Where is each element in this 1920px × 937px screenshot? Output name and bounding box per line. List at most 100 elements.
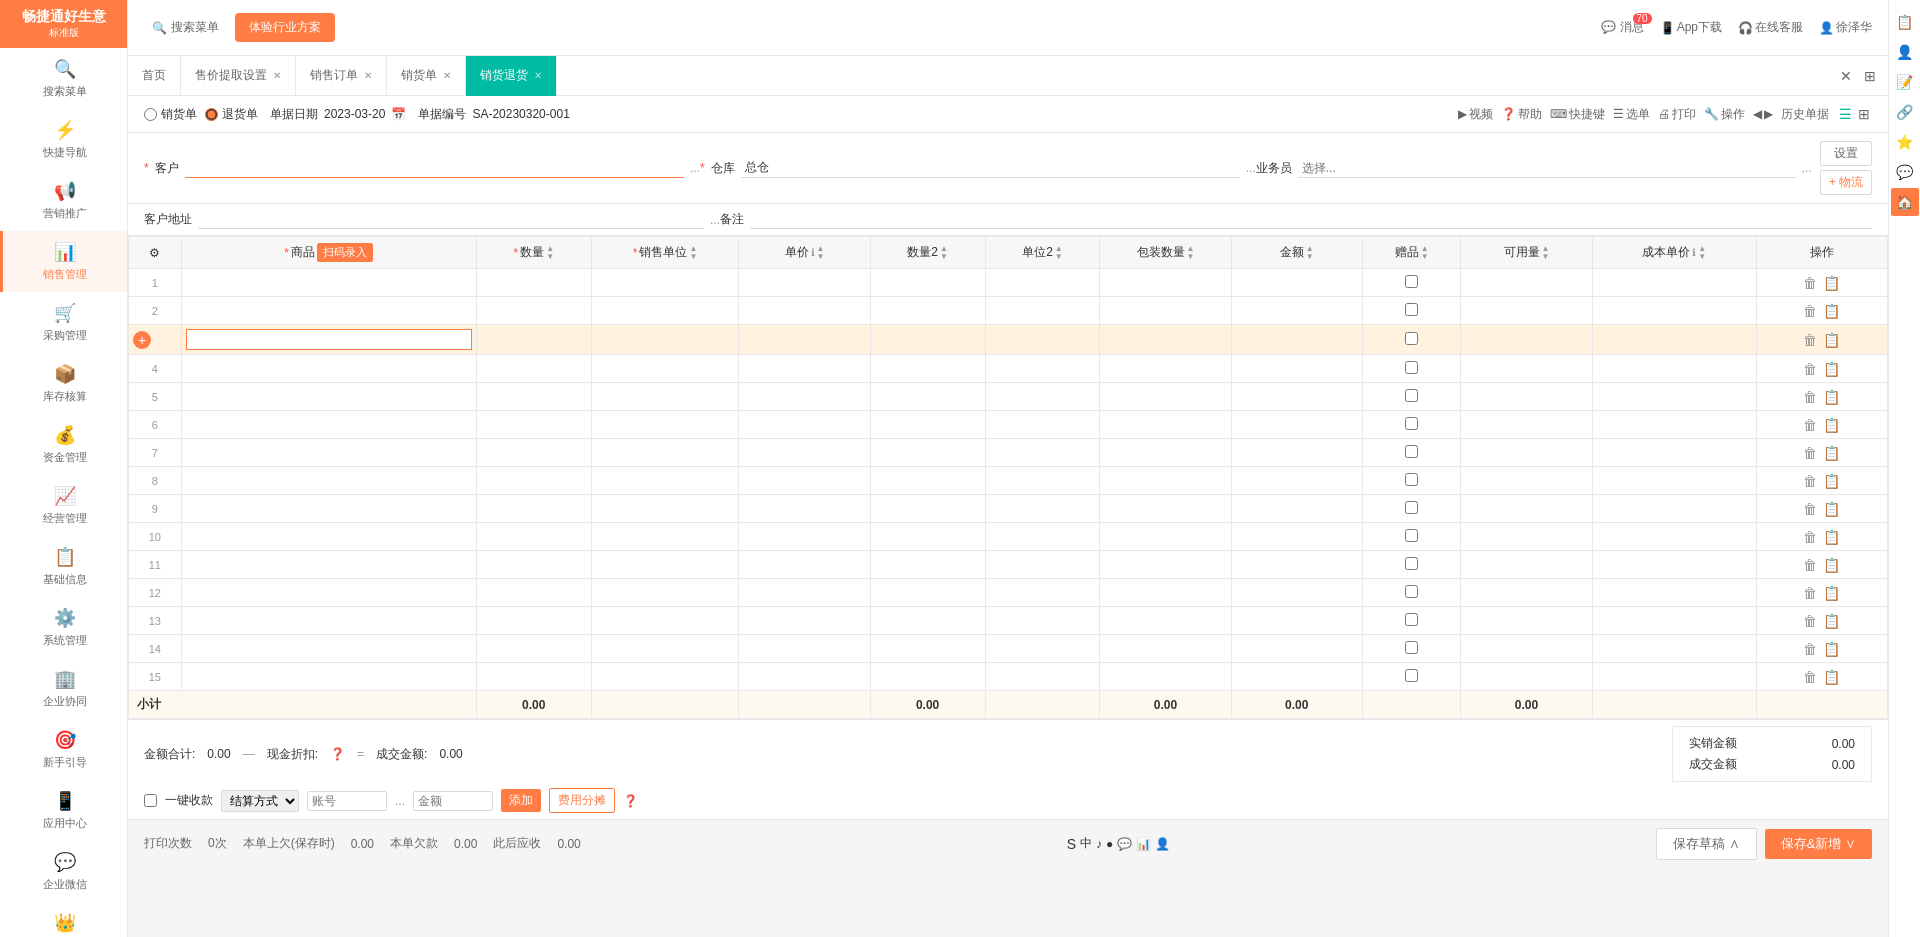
qty2-cell[interactable] — [870, 325, 985, 355]
tab-price-settings[interactable]: 售价提取设置 ✕ — [181, 56, 296, 96]
product-cell[interactable] — [181, 297, 476, 325]
copy-icon[interactable]: 📋 — [1823, 473, 1840, 489]
delete-icon[interactable]: 🗑 — [1803, 613, 1817, 629]
qty-cell[interactable] — [476, 269, 591, 297]
tab-sales-order-close[interactable]: ✕ — [364, 70, 372, 81]
search-menu-button[interactable]: 🔍 搜索菜单 — [144, 15, 227, 40]
copy-icon[interactable]: 📋 — [1823, 332, 1840, 348]
delete-icon[interactable]: 🗑 — [1803, 445, 1817, 461]
packqty-cell[interactable] — [1100, 297, 1231, 325]
copy-icon[interactable]: 📋 — [1823, 389, 1840, 405]
add-row-button[interactable]: + — [133, 331, 151, 349]
delete-icon[interactable]: 🗑 — [1803, 473, 1817, 489]
history-btn[interactable]: 历史单据 — [1781, 106, 1829, 123]
notification-button[interactable]: 💬 消息 70 — [1601, 19, 1643, 36]
delete-icon[interactable]: 🗑 — [1803, 669, 1817, 685]
radio-return[interactable]: 退货单 — [205, 106, 258, 123]
packqty-cell[interactable] — [1100, 269, 1231, 297]
avail-cell[interactable] — [1461, 297, 1592, 325]
qty2-sort-arrows[interactable]: ▲▼ — [940, 245, 948, 261]
price-cell[interactable] — [739, 269, 870, 297]
set-button[interactable]: 设置 — [1820, 141, 1872, 166]
gift-checkbox[interactable] — [1405, 303, 1418, 316]
right-panel-item-3[interactable]: 📝 — [1891, 68, 1919, 96]
copy-icon[interactable]: 📋 — [1823, 529, 1840, 545]
account-input[interactable] — [307, 791, 387, 811]
tab-sales-return-close[interactable]: ✕ — [534, 70, 542, 81]
copy-icon[interactable]: 📋 — [1823, 445, 1840, 461]
save-new-button[interactable]: 保存&新增 ∨ — [1765, 829, 1872, 859]
tab-sales[interactable]: 销货单 ✕ — [387, 56, 466, 96]
gift-sort-arrows[interactable]: ▲▼ — [1421, 245, 1429, 261]
copy-icon[interactable]: 📋 — [1823, 557, 1840, 573]
delete-icon[interactable]: 🗑 — [1803, 332, 1817, 348]
account-picker-dots[interactable]: ... — [395, 794, 405, 808]
delete-icon[interactable]: 🗑 — [1803, 417, 1817, 433]
avail-sort-arrows[interactable]: ▲▼ — [1542, 245, 1550, 261]
sidebar-item-search-menu[interactable]: 🔍 搜索菜单 — [0, 48, 127, 109]
gift-checkbox[interactable] — [1405, 417, 1418, 430]
one-click-payment-checkbox[interactable] — [144, 794, 157, 807]
gift-checkbox[interactable] — [1405, 641, 1418, 654]
copy-icon[interactable]: 📋 — [1823, 613, 1840, 629]
gift-checkbox[interactable] — [1405, 669, 1418, 682]
th-settings[interactable]: ⚙ — [129, 237, 182, 269]
unit2-cell[interactable] — [985, 297, 1100, 325]
cost-price-cell[interactable] — [1592, 325, 1756, 355]
radio-sales-input[interactable] — [144, 108, 157, 121]
delete-icon[interactable]: 🗑 — [1803, 641, 1817, 657]
gift-checkbox[interactable] — [1405, 389, 1418, 402]
help-btn[interactable]: ❓ 帮助 — [1501, 106, 1542, 123]
sidebar-item-sales[interactable]: 📊 销售管理 — [0, 231, 127, 292]
tab-sales-return[interactable]: 销货退货 ✕ — [466, 56, 557, 96]
gift-checkbox[interactable] — [1405, 361, 1418, 374]
gift-checkbox[interactable] — [1405, 501, 1418, 514]
tab-expand[interactable]: ⊞ — [1860, 64, 1880, 88]
sidebar-item-finance[interactable]: 💰 资金管理 — [0, 414, 127, 475]
sidebar-item-quick-nav[interactable]: ⚡ 快捷导航 — [0, 109, 127, 170]
unit2-sort-arrows[interactable]: ▲▼ — [1055, 245, 1063, 261]
tab-sales-close[interactable]: ✕ — [443, 70, 451, 81]
save-draft-button[interactable]: 保存草稿 ∧ — [1656, 828, 1757, 860]
gift-checkbox[interactable] — [1405, 557, 1418, 570]
right-panel-item-2[interactable]: 👤 — [1891, 38, 1919, 66]
calendar-icon[interactable]: 📅 — [391, 107, 406, 121]
delete-icon[interactable]: 🗑 — [1803, 361, 1817, 377]
delete-icon[interactable]: 🗑 — [1803, 501, 1817, 517]
packqty-sort-arrows[interactable]: ▲▼ — [1187, 245, 1195, 261]
gift-checkbox[interactable] — [1405, 473, 1418, 486]
sidebar-item-operation[interactable]: 📈 经营管理 — [0, 475, 127, 536]
experience-button[interactable]: 体验行业方案 — [235, 13, 335, 42]
add-logistics-button[interactable]: + 物流 — [1820, 170, 1872, 195]
sidebar-item-wechat[interactable]: 💬 企业微信 — [0, 841, 127, 902]
gift-checkbox[interactable] — [1405, 445, 1418, 458]
unit2-cell[interactable] — [985, 269, 1100, 297]
operate-btn[interactable]: 🔧 操作 — [1704, 106, 1745, 123]
price-cell[interactable] — [739, 297, 870, 325]
price-cell[interactable] — [739, 325, 870, 355]
delete-icon[interactable]: 🗑 — [1803, 389, 1817, 405]
app-download-btn[interactable]: 📱 App下载 — [1660, 19, 1722, 36]
radio-return-input[interactable] — [205, 108, 218, 121]
amount-cell[interactable] — [1231, 325, 1362, 355]
qty2-cell[interactable] — [870, 269, 985, 297]
product-input-active[interactable] — [186, 329, 472, 350]
right-panel-item-1[interactable]: 📋 — [1891, 8, 1919, 36]
amount-input[interactable] — [413, 791, 493, 811]
delete-icon[interactable]: 🗑 — [1803, 585, 1817, 601]
fee-split-button[interactable]: 费用分摊 — [549, 788, 615, 813]
qty2-cell[interactable] — [870, 297, 985, 325]
qty-sort-arrows[interactable]: ▲▼ — [546, 245, 554, 261]
grid-view-btn[interactable]: ⊞ — [1856, 104, 1872, 124]
sidebar-item-inventory[interactable]: 📦 库存核算 — [0, 353, 127, 414]
unit-sort-arrows[interactable]: ▲▼ — [689, 245, 697, 261]
gift-cell[interactable] — [1362, 325, 1460, 355]
add-fee-button[interactable]: 添加 — [501, 789, 541, 812]
customer-picker-btn[interactable]: ... — [690, 161, 700, 175]
salesperson-picker-btn[interactable]: ... — [1802, 161, 1812, 175]
cost-price-cell[interactable] — [1592, 269, 1756, 297]
amount-cell[interactable] — [1231, 297, 1362, 325]
nav-prev[interactable]: ◀ — [1753, 107, 1762, 121]
qty-cell[interactable] — [476, 325, 591, 355]
copy-icon[interactable]: 📋 — [1823, 275, 1840, 291]
